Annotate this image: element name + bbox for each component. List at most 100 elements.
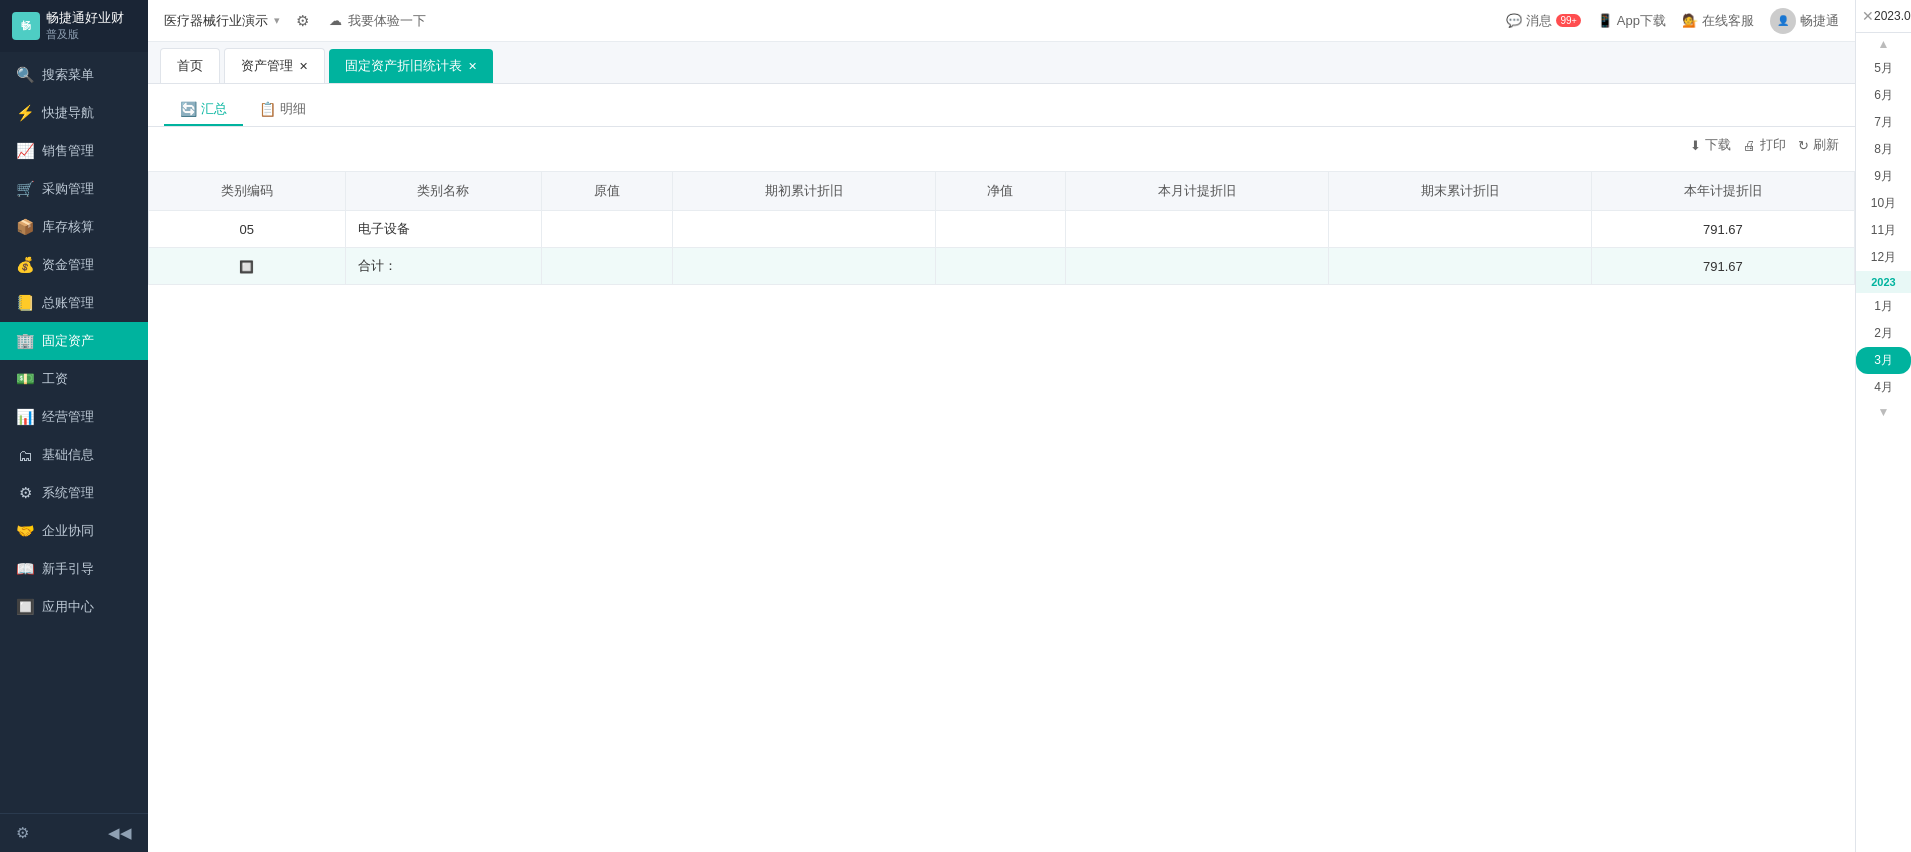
month-8[interactable]: 8月: [1856, 136, 1911, 163]
sidebar-item-ledger[interactable]: 📒总账管理: [0, 284, 148, 322]
summary-begin-accum: [672, 248, 935, 285]
right-panel-header: ✕ 2023.03 ⤢: [1856, 0, 1911, 33]
sidebar-bottom: ⚙ ◀◀: [0, 813, 148, 852]
col-net: 净值: [935, 172, 1065, 211]
message-btn[interactable]: 💬 消息 99+: [1506, 12, 1580, 30]
sidebar-label-base: 基础信息: [42, 446, 94, 464]
content-area: 🔄 汇总 📋 明细 ⬇ 下载 🖨 打印 ↻ 刷新: [148, 84, 1855, 852]
download-btn[interactable]: ⬇ 下载: [1690, 136, 1731, 154]
topbar-right: 💬 消息 99+ 📱 App下载 💁 在线客服 👤 畅捷通: [1506, 8, 1839, 34]
user-label: 畅捷通: [1800, 12, 1839, 30]
collapse-icon[interactable]: ◀◀: [108, 824, 132, 842]
row-begin-accum: [672, 211, 935, 248]
summary-icon: 🔄: [180, 101, 197, 117]
sidebar-item-salary[interactable]: 💵工资: [0, 360, 148, 398]
tab-asset-mgmt-label: 资产管理: [241, 57, 293, 75]
company-settings-icon[interactable]: ⚙: [296, 12, 309, 30]
summary-original: [542, 248, 672, 285]
month-2023-1[interactable]: 1月: [1856, 293, 1911, 320]
row-end-accum: [1328, 211, 1591, 248]
month-7[interactable]: 7月: [1856, 109, 1911, 136]
panel-title: 2023.03: [1874, 9, 1911, 23]
service-icon: 💁: [1682, 13, 1698, 28]
sidebar-item-guide[interactable]: 📖新手引导: [0, 550, 148, 588]
message-label: 消息: [1526, 12, 1552, 30]
tab-asset-mgmt[interactable]: 资产管理 ✕: [224, 48, 325, 83]
tab-depreciation-label: 固定资产折旧统计表: [345, 57, 462, 75]
experience-btn[interactable]: ☁ 我要体验一下: [329, 12, 426, 30]
sidebar-item-enterprise[interactable]: 🤝企业协同: [0, 512, 148, 550]
month-2023-4[interactable]: 4月: [1856, 374, 1911, 401]
service-btn[interactable]: 💁 在线客服: [1682, 12, 1754, 30]
print-btn[interactable]: 🖨 打印: [1743, 136, 1786, 154]
sidebar-item-funds[interactable]: 💰 资金管理: [0, 246, 148, 284]
refresh-btn[interactable]: ↻ 刷新: [1798, 136, 1839, 154]
col-begin-accum: 期初累计折旧: [672, 172, 935, 211]
sidebar-label-funds: 资金管理: [42, 256, 94, 274]
scroll-down-arrow[interactable]: ▼: [1856, 401, 1911, 423]
sidebar-icon-funds: 💰: [16, 256, 34, 274]
sidebar-item-operation[interactable]: 📊经营管理: [0, 398, 148, 436]
sidebar-label-guide: 新手引导: [42, 560, 94, 578]
col-month-dep: 本月计提折旧: [1065, 172, 1328, 211]
panel-close-icon[interactable]: ✕: [1862, 8, 1874, 24]
col-year-dep: 本年计提折旧: [1591, 172, 1854, 211]
app-download-btn[interactable]: 📱 App下载: [1597, 12, 1666, 30]
service-label: 在线客服: [1702, 12, 1754, 30]
tab-depreciation-close[interactable]: ✕: [468, 60, 477, 73]
sidebar-icon-assets: 🏢: [16, 332, 34, 350]
sub-tab-detail-label: 明细: [280, 100, 306, 118]
sidebar-item-quicknav[interactable]: ⚡快捷导航: [0, 94, 148, 132]
month-2023-3[interactable]: 3月: [1856, 347, 1911, 374]
sidebar-icon-apps: 🔲: [16, 598, 34, 616]
tab-asset-mgmt-close[interactable]: ✕: [299, 60, 308, 73]
tab-depreciation[interactable]: 固定资产折旧统计表 ✕: [329, 49, 493, 83]
detail-icon: 📋: [259, 101, 276, 117]
scroll-up-arrow[interactable]: ▲: [1856, 33, 1911, 55]
month-9[interactable]: 9月: [1856, 163, 1911, 190]
sidebar-icon-inventory: 📦: [16, 218, 34, 236]
print-icon: 🖨: [1743, 138, 1756, 153]
company-selector[interactable]: 医疗器械行业演示 ▾: [164, 12, 280, 30]
sub-tab-detail[interactable]: 📋 明细: [243, 94, 322, 126]
month-11[interactable]: 11月: [1856, 217, 1911, 244]
user-btn[interactable]: 👤 畅捷通: [1770, 8, 1839, 34]
app-label: App下载: [1617, 12, 1666, 30]
month-12[interactable]: 12月: [1856, 244, 1911, 271]
month-2023-2[interactable]: 2月: [1856, 320, 1911, 347]
sidebar-icon-ledger: 📒: [16, 294, 34, 312]
row-month-dep: [1065, 211, 1328, 248]
download-icon: ⬇: [1690, 138, 1701, 153]
message-icon: 💬: [1506, 13, 1522, 28]
sidebar-item-inventory[interactable]: 📦库存核算: [0, 208, 148, 246]
month-10[interactable]: 10月: [1856, 190, 1911, 217]
avatar: 👤: [1770, 8, 1796, 34]
summary-icon-cell: 🔲: [149, 248, 346, 285]
sidebar-item-purchase[interactable]: 🛒采购管理: [0, 170, 148, 208]
tab-home[interactable]: 首页: [160, 48, 220, 83]
col-name: 类别名称: [345, 172, 542, 211]
sidebar-icon-enterprise: 🤝: [16, 522, 34, 540]
sidebar-item-apps[interactable]: 🔲 应用中心: [0, 588, 148, 626]
sub-tab-summary-label: 汇总: [201, 100, 227, 118]
settings-icon[interactable]: ⚙: [16, 824, 29, 842]
row-original: [542, 211, 672, 248]
sidebar-item-search[interactable]: 🔍搜索菜单: [0, 56, 148, 94]
sidebar-item-assets[interactable]: 🏢固定资产: [0, 322, 148, 360]
logo-icon: 畅: [12, 12, 40, 40]
sidebar-icon-purchase: 🛒: [16, 180, 34, 198]
sidebar-item-base[interactable]: 🗂基础信息: [0, 436, 148, 474]
sidebar-icon-sales: 📈: [16, 142, 34, 160]
sidebar-item-sales[interactable]: 📈销售管理: [0, 132, 148, 170]
sub-tab-summary[interactable]: 🔄 汇总: [164, 94, 243, 126]
col-original: 原值: [542, 172, 672, 211]
sidebar-label-apps: 应用中心: [42, 598, 94, 616]
month-5[interactable]: 5月: [1856, 55, 1911, 82]
row-year-dep: 791.67: [1591, 211, 1854, 248]
sub-tabs: 🔄 汇总 📋 明细: [148, 84, 1855, 127]
sidebar-label-quicknav: 快捷导航: [42, 104, 94, 122]
sidebar-item-system[interactable]: ⚙系统管理: [0, 474, 148, 512]
month-6[interactable]: 6月: [1856, 82, 1911, 109]
sidebar-label-system: 系统管理: [42, 484, 94, 502]
refresh-label: 刷新: [1813, 136, 1839, 154]
